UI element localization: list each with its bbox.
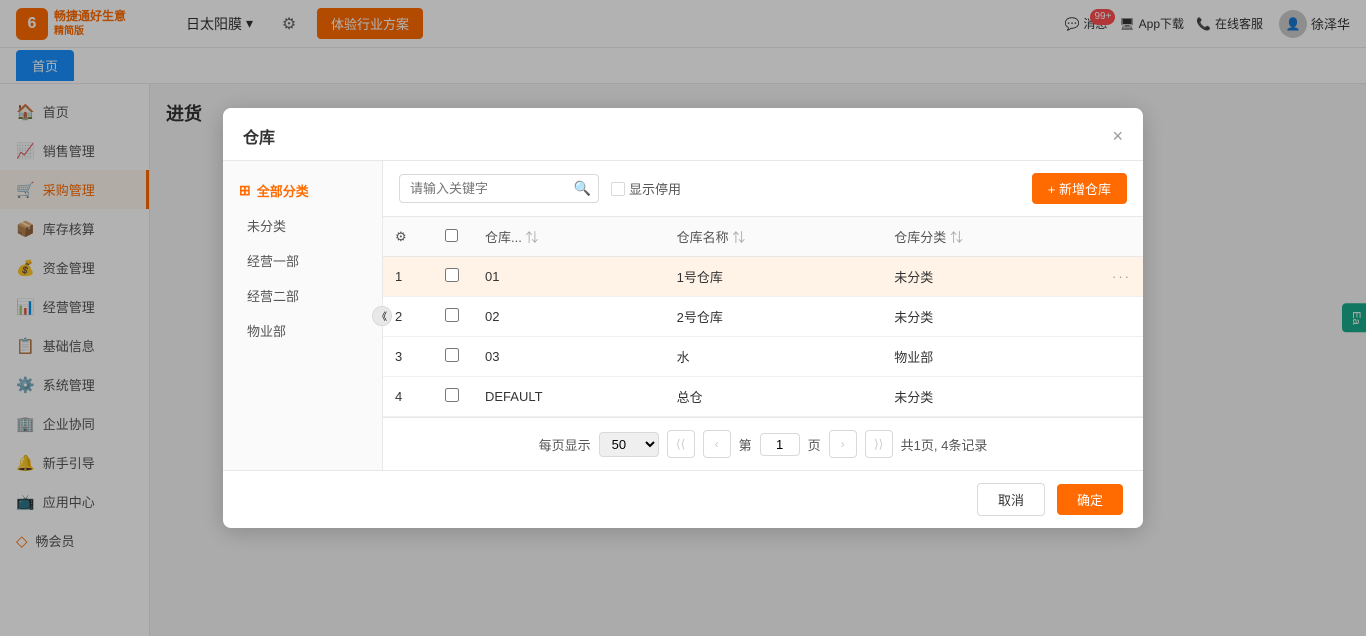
modal-header: 仓库 × xyxy=(223,108,1143,161)
row-category: 未分类 xyxy=(882,377,1100,417)
first-page-button[interactable]: ⟨⟨ xyxy=(667,430,695,458)
page-unit-label: 页 xyxy=(808,435,821,454)
next-page-button[interactable]: › xyxy=(829,430,857,458)
row-actions[interactable] xyxy=(1100,377,1143,417)
table-row[interactable]: 4 DEFAULT 总仓 未分类 xyxy=(383,377,1143,417)
grid-icon: ⊞ xyxy=(239,182,251,199)
category-item-ops2[interactable]: 经营二部 xyxy=(223,278,382,313)
search-input-wrap: 🔍 xyxy=(399,174,599,203)
sort-icon-name: ⇅ xyxy=(732,230,745,245)
category-collapse-button[interactable]: 《 xyxy=(372,306,392,326)
row-actions[interactable] xyxy=(1100,297,1143,337)
search-bar: 🔍 显示停用 + 新增仓库 xyxy=(383,161,1143,217)
category-item-ops1[interactable]: 经营一部 xyxy=(223,243,382,278)
page-label: 第 xyxy=(739,435,752,454)
row-category: 未分类 xyxy=(882,297,1100,337)
select-all-checkbox[interactable] xyxy=(445,229,458,242)
row-checkbox[interactable] xyxy=(433,377,473,417)
col-code[interactable]: 仓库... ⇅ xyxy=(473,217,665,257)
page-number-input[interactable] xyxy=(760,433,800,456)
modal-overlay: 仓库 × ⊞ 全部分类 未分类 经营一部 经营二部 物业部 《 xyxy=(0,0,1366,636)
modal-main-content: 🔍 显示停用 + 新增仓库 ⚙ xyxy=(383,161,1143,470)
modal-close-button[interactable]: × xyxy=(1112,126,1123,147)
search-icon[interactable]: 🔍 xyxy=(574,180,591,197)
warehouse-modal: 仓库 × ⊞ 全部分类 未分类 经营一部 经营二部 物业部 《 xyxy=(223,108,1143,528)
row-category: 未分类 xyxy=(882,257,1100,297)
row-code: 02 xyxy=(473,297,665,337)
last-page-button[interactable]: ⟩⟩ xyxy=(865,430,893,458)
warehouse-table: ⚙ 仓库... ⇅ 仓库名称 xyxy=(383,217,1143,417)
prev-page-button[interactable]: ‹ xyxy=(703,430,731,458)
row-name: 2号仓库 xyxy=(665,297,883,337)
category-all[interactable]: ⊞ 全部分类 xyxy=(223,173,382,208)
confirm-button[interactable]: 确定 xyxy=(1057,484,1123,515)
cancel-button[interactable]: 取消 xyxy=(977,483,1045,516)
row-actions-dots[interactable]: ··· xyxy=(1112,269,1131,284)
table-row[interactable]: 3 03 水 物业部 xyxy=(383,337,1143,377)
row-category: 物业部 xyxy=(882,337,1100,377)
search-input[interactable] xyxy=(399,174,599,203)
row-checkbox[interactable] xyxy=(433,337,473,377)
row-code: 01 xyxy=(473,257,665,297)
show-disabled-checkbox[interactable] xyxy=(611,182,625,196)
modal-footer: 取消 确定 xyxy=(223,470,1143,528)
row-num: 4 xyxy=(383,377,433,417)
per-page-select[interactable]: 50 20 100 xyxy=(599,432,659,457)
row-name: 1号仓库 xyxy=(665,257,883,297)
row-checkbox[interactable] xyxy=(433,257,473,297)
row-checkbox[interactable] xyxy=(433,297,473,337)
row-code: DEFAULT xyxy=(473,377,665,417)
col-actions xyxy=(1100,217,1143,257)
per-page-label: 每页显示 xyxy=(539,435,591,454)
col-category[interactable]: 仓库分类 ⇅ xyxy=(882,217,1100,257)
add-warehouse-button[interactable]: + 新增仓库 xyxy=(1032,173,1127,204)
row-actions[interactable] xyxy=(1100,337,1143,377)
settings-icon: ⚙ xyxy=(395,229,407,244)
category-item-unclassified[interactable]: 未分类 xyxy=(223,208,382,243)
sort-icon-cat: ⇅ xyxy=(950,230,963,245)
row-num: 1 xyxy=(383,257,433,297)
row-num: 3 xyxy=(383,337,433,377)
table-header: ⚙ 仓库... ⇅ 仓库名称 xyxy=(383,217,1143,257)
sort-icon: ⇅ xyxy=(525,230,538,245)
row-actions[interactable]: ··· xyxy=(1100,257,1143,297)
row-code: 03 xyxy=(473,337,665,377)
col-checkbox xyxy=(433,217,473,257)
modal-body: ⊞ 全部分类 未分类 经营一部 经营二部 物业部 《 🔍 xyxy=(223,161,1143,470)
pagination: 每页显示 50 20 100 ⟨⟨ ‹ 第 页 › ⟩⟩ 共1页, 4条记录 xyxy=(383,417,1143,470)
table-row[interactable]: 2 02 2号仓库 未分类 xyxy=(383,297,1143,337)
row-name: 总仓 xyxy=(665,377,883,417)
modal-title: 仓库 xyxy=(243,124,275,148)
page-total: 共1页, 4条记录 xyxy=(901,435,988,454)
row-name: 水 xyxy=(665,337,883,377)
col-name[interactable]: 仓库名称 ⇅ xyxy=(665,217,883,257)
table-body: 1 01 1号仓库 未分类 ··· 2 02 xyxy=(383,257,1143,417)
table-row[interactable]: 1 01 1号仓库 未分类 ··· xyxy=(383,257,1143,297)
show-disabled-label[interactable]: 显示停用 xyxy=(611,179,681,198)
col-settings: ⚙ xyxy=(383,217,433,257)
category-item-property[interactable]: 物业部 xyxy=(223,313,382,348)
table-container: ⚙ 仓库... ⇅ 仓库名称 xyxy=(383,217,1143,417)
category-sidebar: ⊞ 全部分类 未分类 经营一部 经营二部 物业部 《 xyxy=(223,161,383,470)
